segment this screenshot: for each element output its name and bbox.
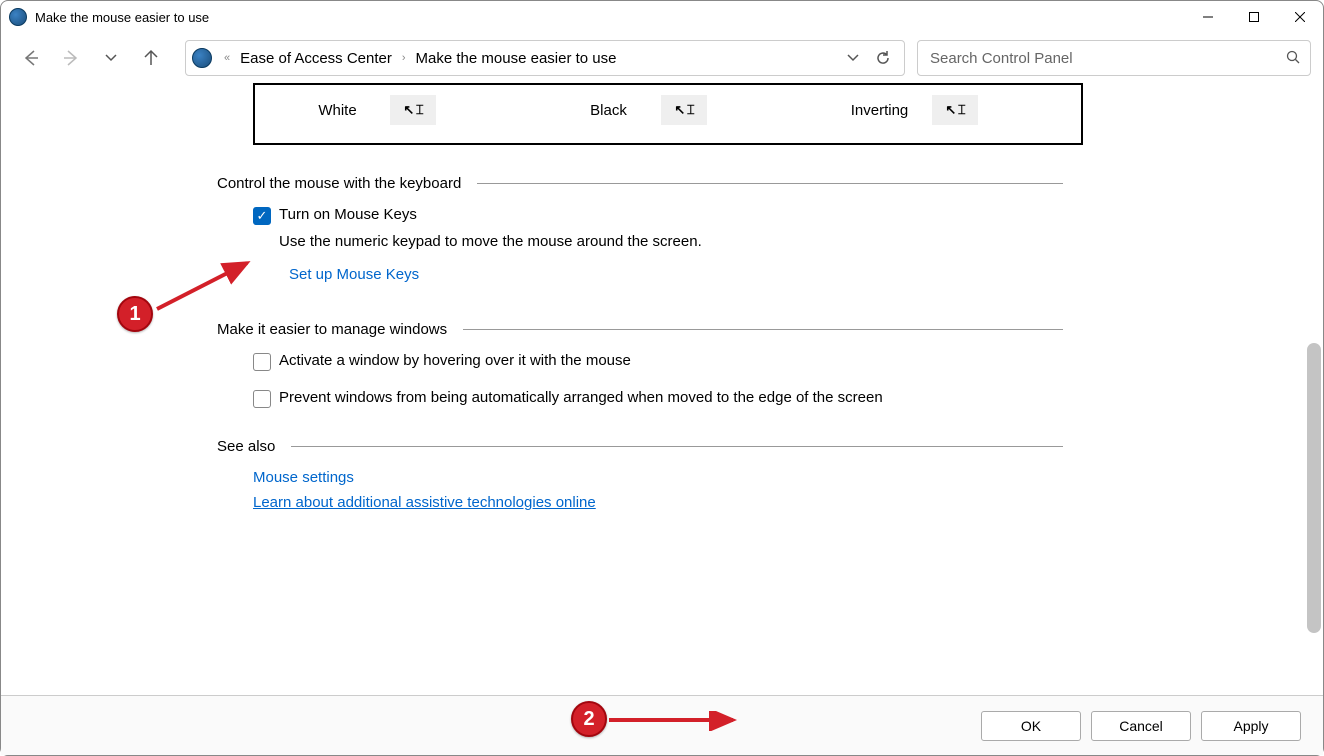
breadcrumb-chevron-icon: › xyxy=(396,52,412,64)
apply-button[interactable]: Apply xyxy=(1201,711,1301,741)
checkbox-hover-activate[interactable] xyxy=(253,353,271,371)
section-see-also: See also xyxy=(217,438,1323,455)
back-arrow-icon xyxy=(22,49,40,67)
address-bar[interactable]: « Ease of Access Center › Make the mouse… xyxy=(185,40,905,76)
titlebar: Make the mouse easier to use xyxy=(1,1,1323,33)
forward-button[interactable] xyxy=(53,40,89,76)
chevron-down-icon xyxy=(847,52,859,64)
checkbox-label: Activate a window by hovering over it wi… xyxy=(279,352,631,369)
option-prevent-snap[interactable]: Prevent windows from being automatically… xyxy=(253,389,1323,408)
checkbox-mouse-keys[interactable]: ✓ xyxy=(253,207,271,225)
annotation-callout-1: 1 xyxy=(117,296,153,332)
chevron-down-icon xyxy=(105,52,117,64)
back-button[interactable] xyxy=(13,40,49,76)
navbar: « Ease of Access Center › Make the mouse… xyxy=(1,33,1323,83)
option-activate-on-hover[interactable]: Activate a window by hovering over it wi… xyxy=(253,352,1323,371)
pointer-preview-black: ↖ ⌶ xyxy=(661,95,707,125)
up-button[interactable] xyxy=(133,40,169,76)
address-dropdown[interactable] xyxy=(838,43,868,73)
pointer-preview-white: ↖ ⌶ xyxy=(390,95,436,125)
annotation-callout-2: 2 xyxy=(571,701,607,737)
pointer-option-black[interactable]: Black xyxy=(556,102,661,119)
minimize-button[interactable] xyxy=(1185,1,1231,33)
section-manage-windows: Make it easier to manage windows xyxy=(217,321,1323,338)
refresh-button[interactable] xyxy=(868,43,898,73)
recent-dropdown[interactable] xyxy=(93,40,129,76)
search-input[interactable] xyxy=(928,49,1286,68)
checkbox-label: Turn on Mouse Keys xyxy=(279,206,417,223)
maximize-button[interactable] xyxy=(1231,1,1277,33)
close-icon xyxy=(1295,12,1305,22)
section-heading: See also xyxy=(217,438,291,455)
breadcrumb-root[interactable]: Ease of Access Center xyxy=(236,48,396,69)
mouse-keys-description: Use the numeric keypad to move the mouse… xyxy=(279,233,1323,250)
link-assistive-tech[interactable]: Learn about additional assistive technol… xyxy=(253,494,1323,511)
breadcrumb-current[interactable]: Make the mouse easier to use xyxy=(412,48,621,69)
close-button[interactable] xyxy=(1277,1,1323,33)
minimize-icon xyxy=(1203,12,1213,22)
scrollbar-thumb[interactable] xyxy=(1307,343,1321,633)
annotation-arrow-2 xyxy=(607,711,747,731)
content-area: White ↖ ⌶ Black ↖ ⌶ Inverting ↖ ⌶ Contro… xyxy=(1,83,1323,693)
section-heading: Make it easier to manage windows xyxy=(217,321,463,338)
breadcrumb-chevron-icon: « xyxy=(218,52,236,64)
link-setup-mouse-keys[interactable]: Set up Mouse Keys xyxy=(289,266,419,283)
search-icon xyxy=(1286,50,1300,67)
forward-arrow-icon xyxy=(62,49,80,67)
section-keyboard-control: Control the mouse with the keyboard xyxy=(217,175,1323,192)
control-panel-icon xyxy=(192,48,212,68)
ok-button[interactable]: OK xyxy=(981,711,1081,741)
option-turn-on-mouse-keys[interactable]: ✓ Turn on Mouse Keys xyxy=(253,206,1323,225)
maximize-icon xyxy=(1249,12,1259,22)
search-box[interactable] xyxy=(917,40,1311,76)
link-mouse-settings[interactable]: Mouse settings xyxy=(253,469,1323,486)
section-heading: Control the mouse with the keyboard xyxy=(217,175,477,192)
app-icon xyxy=(9,8,27,26)
checkbox-prevent-snap[interactable] xyxy=(253,390,271,408)
refresh-icon xyxy=(875,50,891,66)
cancel-button[interactable]: Cancel xyxy=(1091,711,1191,741)
pointer-scheme-box: White ↖ ⌶ Black ↖ ⌶ Inverting ↖ ⌶ xyxy=(253,83,1083,145)
window-controls xyxy=(1185,1,1323,33)
pointer-option-white[interactable]: White xyxy=(285,102,390,119)
annotation-arrow-1 xyxy=(151,257,261,317)
pointer-option-inverting[interactable]: Inverting xyxy=(827,102,932,119)
checkbox-label: Prevent windows from being automatically… xyxy=(279,389,883,406)
window-title: Make the mouse easier to use xyxy=(35,10,1185,25)
up-arrow-icon xyxy=(142,49,160,67)
pointer-preview-inverting: ↖ ⌶ xyxy=(932,95,978,125)
